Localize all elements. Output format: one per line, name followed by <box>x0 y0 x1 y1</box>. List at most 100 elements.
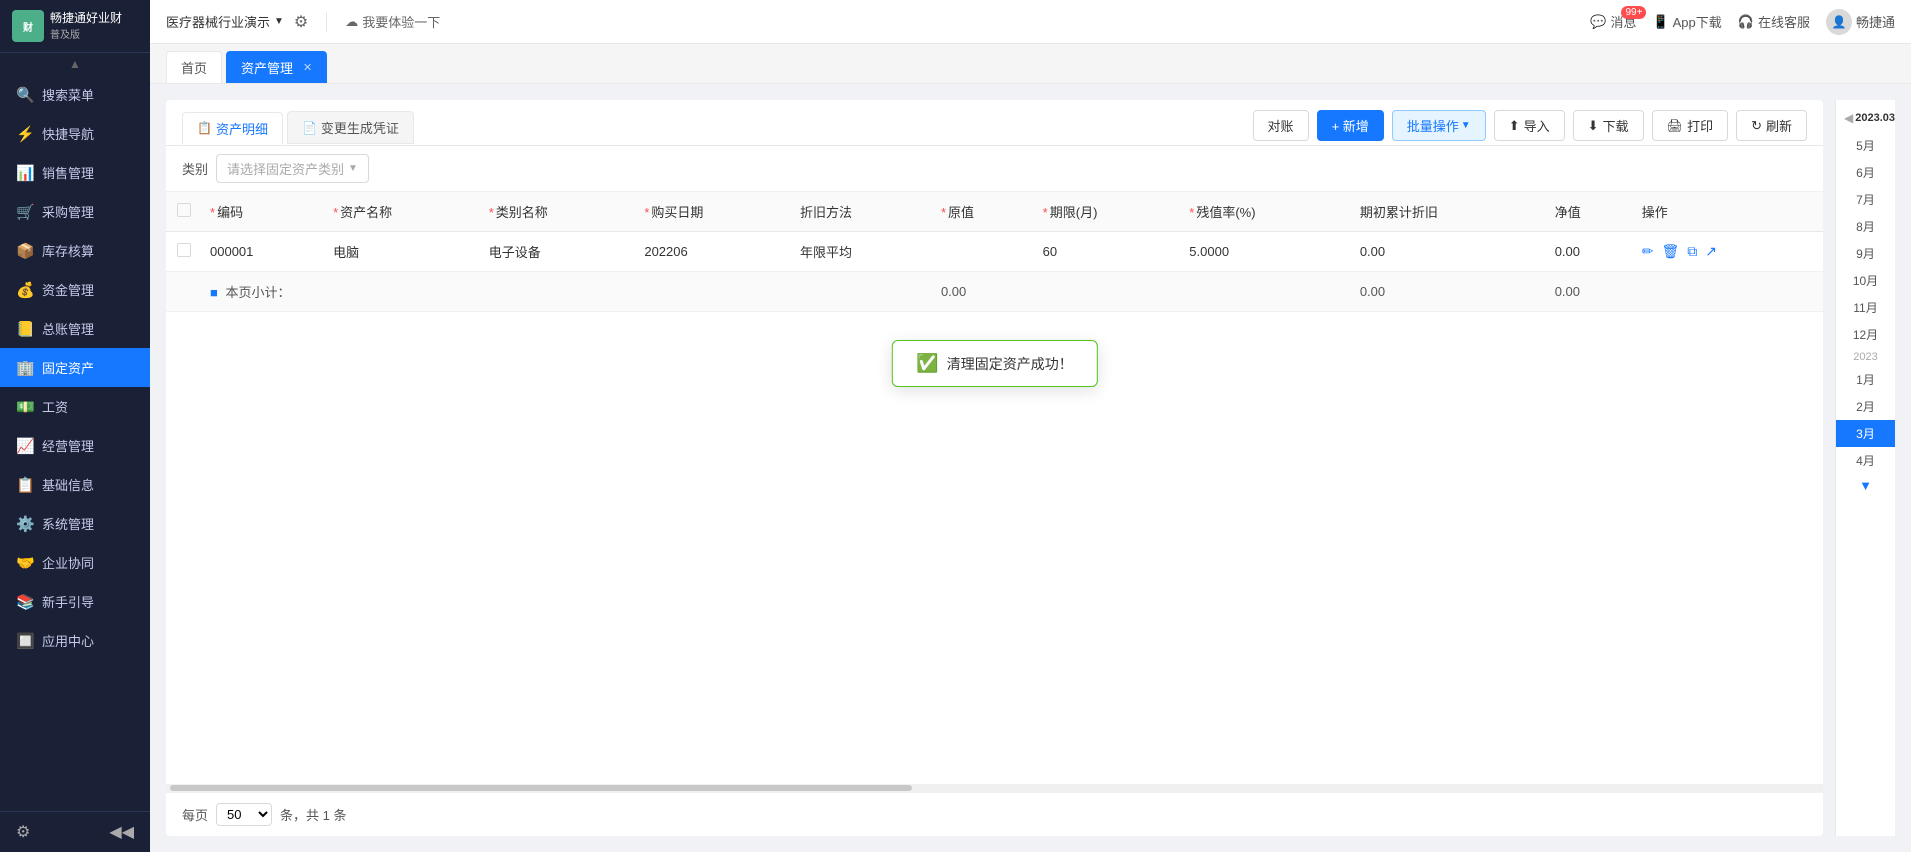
user-menu[interactable]: 👤 畅捷通 <box>1826 9 1895 35</box>
cal-month-1[interactable]: 1月 <box>1836 366 1895 393</box>
cal-month-3-current[interactable]: 3月 <box>1836 420 1895 447</box>
topbar-right: 💬 消息 99+ 📱 App下载 🎧 在线客服 👤 畅捷通 <box>1590 9 1895 35</box>
tab-home[interactable]: 首页 <box>166 51 222 83</box>
edit-icon[interactable]: ✏ <box>1642 243 1654 260</box>
reconcile-button[interactable]: 对账 <box>1253 110 1309 141</box>
col-purchase-date: *购买日期 <box>636 192 792 232</box>
new-button[interactable]: + 新增 <box>1317 110 1384 141</box>
cal-month-5[interactable]: 5月 <box>1836 132 1895 159</box>
col-initial-depreciation: 期初累计折旧 <box>1352 192 1547 232</box>
operations-icon: 📈 <box>16 437 34 455</box>
sidebar-item-sales[interactable]: 📊 销售管理 <box>0 153 150 192</box>
phone-icon: 📱 <box>1652 14 1668 30</box>
category-filter-select[interactable]: 请选择固定资产类别 ▼ <box>216 154 369 183</box>
cal-month-7[interactable]: 7月 <box>1836 186 1895 213</box>
sidebar-item-ledger[interactable]: 📒 总账管理 <box>0 309 150 348</box>
col-actions: 操作 <box>1634 192 1823 232</box>
per-page-select[interactable]: 50 100 200 <box>216 803 272 826</box>
cell-residual-rate: 5.0000 <box>1181 232 1352 272</box>
sidebar-item-fixed-assets[interactable]: 🏢 固定资产 <box>0 348 150 387</box>
col-period: *期限(月) <box>1035 192 1182 232</box>
main-panel: 📋 资产明细 📄 变更生成凭证 对账 + 新增 批量操作 ▼ ⬆ <box>166 100 1823 836</box>
sidebar-logo: 财 畅捷通好业财 普及版 <box>0 0 150 53</box>
sidebar-item-quick-nav[interactable]: ⚡ 快捷导航 <box>0 114 150 153</box>
tab-asset-management[interactable]: 资产管理 ✕ <box>226 51 327 83</box>
sidebar-item-salary[interactable]: 💵 工资 <box>0 387 150 426</box>
ledger-icon: 📒 <box>16 320 34 338</box>
calendar-expand-button[interactable]: ▼ <box>1855 474 1876 497</box>
filter-row: 类别 请选择固定资产类别 ▼ <box>166 146 1823 192</box>
sidebar-item-inventory[interactable]: 📦 库存核算 <box>0 231 150 270</box>
sidebar-item-purchase[interactable]: 🛒 采购管理 <box>0 192 150 231</box>
funds-icon: 💰 <box>16 281 34 299</box>
cal-month-6[interactable]: 6月 <box>1836 159 1895 186</box>
message-button[interactable]: 💬 消息 99+ <box>1590 12 1636 31</box>
category-filter-label: 类别 <box>182 159 208 178</box>
tab-close-button[interactable]: ✕ <box>303 61 312 74</box>
calendar-collapse-icon[interactable]: ◀ <box>1842 109 1855 127</box>
cell-purchase-date: 202206 <box>636 232 792 272</box>
scrollbar-thumb[interactable] <box>170 785 912 791</box>
category-filter-placeholder: 请选择固定资产类别 <box>227 159 344 178</box>
cal-month-2[interactable]: 2月 <box>1836 393 1895 420</box>
cell-actions: ✏ 🗑 ⧉ ↗ <box>1634 232 1823 272</box>
topbar: 医疗器械行业演示 ▼ ⚙ ☁ 我要体验一下 💬 消息 99+ 📱 App下载 🎧… <box>150 0 1911 44</box>
toolbar-buttons: 对账 + 新增 批量操作 ▼ ⬆ 导入 ⬇ 下载 🖨 <box>1253 110 1807 145</box>
col-category: *类别名称 <box>481 192 637 232</box>
horizontal-scrollbar[interactable] <box>166 784 1823 792</box>
sidebar: 财 畅捷通好业财 普及版 ▲ 🔍 搜索菜单 ⚡ 快捷导航 📊 销售管理 🛒 采购… <box>0 0 150 852</box>
settings-button[interactable]: ⚙ <box>294 12 308 32</box>
fixed-assets-icon: 🏢 <box>16 359 34 377</box>
settings-icon[interactable]: ⚙ <box>16 822 30 842</box>
sidebar-item-system[interactable]: ⚙️ 系统管理 <box>0 504 150 543</box>
subtotal-net-value: 0.00 <box>1547 272 1634 312</box>
pagination: 每页 50 100 200 条，共 1 条 <box>166 792 1823 836</box>
guide-icon: 📚 <box>16 593 34 611</box>
sidebar-item-search[interactable]: 🔍 搜索菜单 <box>0 75 150 114</box>
sub-tab-asset-detail[interactable]: 📋 资产明细 <box>182 112 283 145</box>
sidebar-item-apps[interactable]: 🔲 应用中心 <box>0 621 150 660</box>
salary-icon: 💵 <box>16 398 34 416</box>
cal-month-12[interactable]: 12月 <box>1836 321 1895 348</box>
cell-initial-depreciation: 0.00 <box>1352 232 1547 272</box>
copy-icon[interactable]: ⧉ <box>1687 243 1697 260</box>
import-button[interactable]: ⬆ 导入 <box>1494 110 1565 141</box>
sidebar-item-guide[interactable]: 📚 新手引导 <box>0 582 150 621</box>
online-service-button[interactable]: 🎧 在线客服 <box>1738 12 1810 31</box>
col-original-value: *原值 <box>933 192 1035 232</box>
cal-month-9[interactable]: 9月 <box>1836 240 1895 267</box>
print-button[interactable]: 🖨 打印 <box>1652 110 1729 141</box>
cal-month-4[interactable]: 4月 <box>1836 447 1895 474</box>
print-icon: 🖨 <box>1667 118 1684 134</box>
cell-code: 000001 <box>202 232 325 272</box>
cell-period: 60 <box>1035 232 1182 272</box>
sub-tab-change-voucher[interactable]: 📄 变更生成凭证 <box>287 111 414 144</box>
refresh-button[interactable]: ↻ 刷新 <box>1736 110 1807 141</box>
headset-icon: 🎧 <box>1738 14 1754 30</box>
app-download-button[interactable]: 📱 App下载 <box>1652 12 1721 31</box>
col-code: *编码 <box>202 192 325 232</box>
more-icon[interactable]: ↗ <box>1705 243 1717 260</box>
download-button[interactable]: ⬇ 下载 <box>1573 110 1644 141</box>
cal-month-8[interactable]: 8月 <box>1836 213 1895 240</box>
sidebar-item-basic-info[interactable]: 📋 基础信息 <box>0 465 150 504</box>
sidebar-item-funds[interactable]: 💰 资金管理 <box>0 270 150 309</box>
row-checkbox[interactable] <box>177 243 191 257</box>
cal-month-10[interactable]: 10月 <box>1836 267 1895 294</box>
logo-text: 畅捷通好业财 <box>50 11 122 27</box>
logo-sub: 普及版 <box>50 26 122 41</box>
experience-button[interactable]: ☁ 我要体验一下 <box>345 12 440 31</box>
sales-icon: 📊 <box>16 164 34 182</box>
cal-month-11[interactable]: 11月 <box>1836 294 1895 321</box>
sidebar-item-enterprise[interactable]: 🤝 企业协同 <box>0 543 150 582</box>
select-all-checkbox[interactable] <box>177 203 191 217</box>
subtotal-original-value: 0.00 <box>933 272 1035 312</box>
batch-ops-button[interactable]: 批量操作 ▼ <box>1392 110 1486 141</box>
company-selector[interactable]: 医疗器械行业演示 ▼ <box>166 12 284 31</box>
sidebar-scroll-up[interactable]: ▲ <box>69 57 81 71</box>
collapse-icon[interactable]: ◀◀ <box>109 822 134 842</box>
cloud-icon: ☁ <box>345 14 358 30</box>
refresh-icon: ↻ <box>1751 118 1762 134</box>
sidebar-item-operations[interactable]: 📈 经营管理 <box>0 426 150 465</box>
delete-icon[interactable]: 🗑 <box>1662 243 1680 260</box>
